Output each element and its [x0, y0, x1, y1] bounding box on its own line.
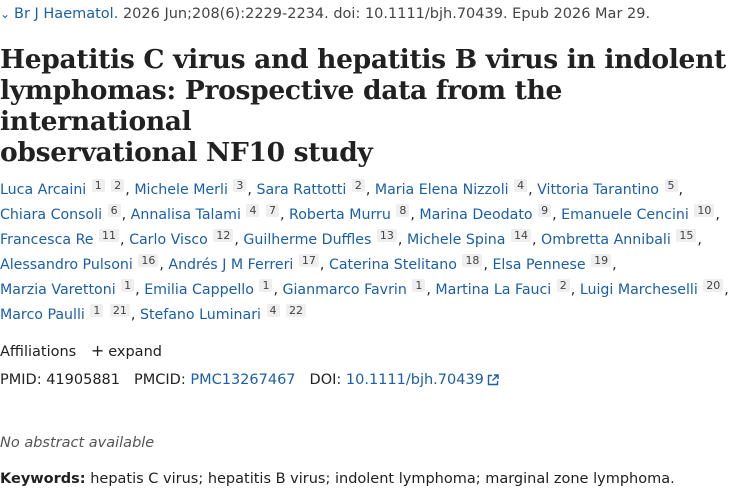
author-link[interactable]: Emanuele Cencini — [561, 207, 689, 223]
affiliation-badge[interactable]: 2 — [556, 279, 570, 292]
author-link[interactable]: Guilherme Duffles — [243, 232, 371, 248]
author-line: Marzia Varettoni 1, Emilia Cappello 1, G… — [0, 279, 729, 298]
identifiers: PMID: 41905881 PMCID: PMC13267467 DOI: 10.… — [0, 369, 499, 391]
affiliation-badge[interactable]: 10 — [694, 204, 715, 217]
journal-button[interactable]: Br J Haematol. — [14, 6, 118, 22]
author-link[interactable]: Luigi Marcheselli — [580, 282, 698, 298]
author-link[interactable]: Marina Deodato — [419, 207, 532, 223]
title-line: Hepatitis C virus and hepatitis B virus … — [0, 44, 726, 75]
author-link[interactable]: Andrés J M Ferreri — [168, 257, 293, 273]
keywords-text: hepatis C virus; hepatitis B virus; indo… — [90, 471, 675, 487]
expand-label: expand — [108, 344, 162, 360]
keywords-section: Keywords: hepatis C virus; hepatitis B v… — [0, 468, 675, 490]
author-link[interactable]: Marzia Varettoni — [0, 282, 116, 298]
affiliation-badge[interactable]: 3 — [233, 179, 247, 192]
author-link[interactable]: Emilia Cappello — [144, 282, 254, 298]
citation-details: 2026 Jun;208(6):2229-2234. doi: 10.1111/… — [122, 6, 651, 22]
affiliations-label: Affiliations — [0, 344, 77, 360]
affiliation-badge[interactable]: 15 — [676, 229, 697, 242]
affiliation-badge[interactable]: 9 — [538, 204, 552, 217]
author-link[interactable]: Chiara Consoli — [0, 207, 102, 223]
affiliation-badge[interactable]: 1 — [259, 279, 273, 292]
pmcid-link[interactable]: PMC13267467 — [190, 372, 295, 388]
author-link[interactable]: Elsa Pennese — [492, 257, 585, 273]
affiliations-section: Affiliations + expand — [0, 340, 162, 363]
affiliation-badge[interactable]: 12 — [213, 229, 234, 242]
doi-label: DOI: — [309, 372, 342, 388]
pmid-label: PMID: — [0, 372, 42, 388]
affiliation-badge[interactable]: 20 — [703, 279, 724, 292]
no-abstract-note: No abstract available — [0, 435, 155, 451]
author-link[interactable]: Roberta Murru — [289, 207, 391, 223]
affiliation-badge[interactable]: 1 — [90, 304, 104, 317]
external-link-icon[interactable] — [487, 374, 499, 386]
keywords-label: Keywords: — [0, 471, 86, 487]
chevron-down-icon[interactable]: ⌄ — [0, 4, 14, 24]
author-link[interactable]: Francesca Re — [0, 232, 94, 248]
affiliation-badge[interactable]: 4 — [514, 179, 528, 192]
author-line: Luca Arcaini 1 2, Michele Merli 3, Sara … — [0, 179, 684, 198]
affiliation-badge[interactable]: 14 — [511, 229, 531, 242]
author-line: Francesca Re 11, Carlo Visco 12, Guilher… — [0, 229, 702, 248]
affiliation-badge[interactable]: 6 — [107, 204, 121, 217]
affiliation-badge[interactable]: 17 — [298, 254, 319, 267]
affiliation-badge[interactable]: 5 — [664, 179, 678, 192]
author-link[interactable]: Gianmarco Favrin — [282, 282, 406, 298]
pmid-value: 41905881 — [46, 372, 121, 388]
author-line: Chiara Consoli 6, Annalisa Talami 4 7, R… — [0, 204, 720, 223]
author-link[interactable]: Luca Arcaini — [0, 182, 86, 198]
affiliation-badge[interactable]: 1 — [91, 179, 105, 192]
affiliation-badge[interactable]: 8 — [396, 204, 410, 217]
affiliation-badge[interactable]: 2 — [111, 179, 125, 192]
author-link[interactable]: Carlo Visco — [129, 232, 208, 248]
affiliation-badge[interactable]: 16 — [138, 254, 159, 267]
author-link[interactable]: Ombretta Annibali — [541, 232, 671, 248]
affiliation-badge[interactable]: 11 — [99, 229, 120, 242]
author-line: Marco Paulli 1 21, Stefano Luminari 4 22 — [0, 303, 745, 328]
author-line: Alessandro Pulsoni 16, Andrés J M Ferrer… — [0, 254, 617, 273]
affiliation-badge[interactable]: 4 — [246, 204, 260, 217]
affiliation-badge[interactable]: 22 — [286, 304, 307, 317]
affiliation-badge[interactable]: 21 — [109, 304, 130, 317]
affiliation-badge[interactable]: 18 — [462, 254, 483, 267]
author-link[interactable]: Martina La Fauci — [435, 282, 551, 298]
affiliation-badge[interactable]: 1 — [412, 279, 426, 292]
author-link[interactable]: Michele Merli — [134, 182, 228, 198]
author-link[interactable]: Stefano Luminari — [140, 307, 261, 323]
affiliation-badge[interactable]: 7 — [265, 204, 279, 217]
affiliation-badge[interactable]: 4 — [266, 304, 280, 317]
doi-link[interactable]: 10.1111/bjh.70439 — [346, 372, 484, 388]
article-title: Hepatitis C virus and hepatitis B virus … — [0, 44, 748, 168]
affiliation-badge[interactable]: 1 — [121, 279, 135, 292]
author-list: Luca Arcaini 1 2, Michele Merli 3, Sara … — [0, 178, 745, 328]
affiliation-badge[interactable]: 2 — [351, 179, 365, 192]
author-link[interactable]: Marco Paulli — [0, 307, 85, 323]
title-line: lymphomas: Prospective data from the int… — [0, 75, 563, 137]
author-link[interactable]: Alessandro Pulsoni — [0, 257, 133, 273]
citation-line: ⌄ Br J Haematol. 2026 Jun;208(6):2229-223… — [0, 4, 750, 24]
expand-affiliations-button[interactable]: + expand — [90, 341, 162, 360]
author-link[interactable]: Sara Rattotti — [256, 182, 346, 198]
affiliation-badge[interactable]: 19 — [591, 254, 612, 267]
author-link[interactable]: Caterina Stelitano — [329, 257, 457, 273]
pmcid-label: PMCID: — [134, 372, 186, 388]
title-line: observational NF10 study — [0, 137, 373, 168]
author-link[interactable]: Michele Spina — [407, 232, 506, 248]
author-link[interactable]: Annalisa Talami — [131, 207, 241, 223]
author-link[interactable]: Maria Elena Nizzoli — [375, 182, 509, 198]
plus-icon: + — [90, 341, 105, 360]
author-link[interactable]: Vittoria Tarantino — [537, 182, 659, 198]
affiliation-badge[interactable]: 13 — [376, 229, 397, 242]
